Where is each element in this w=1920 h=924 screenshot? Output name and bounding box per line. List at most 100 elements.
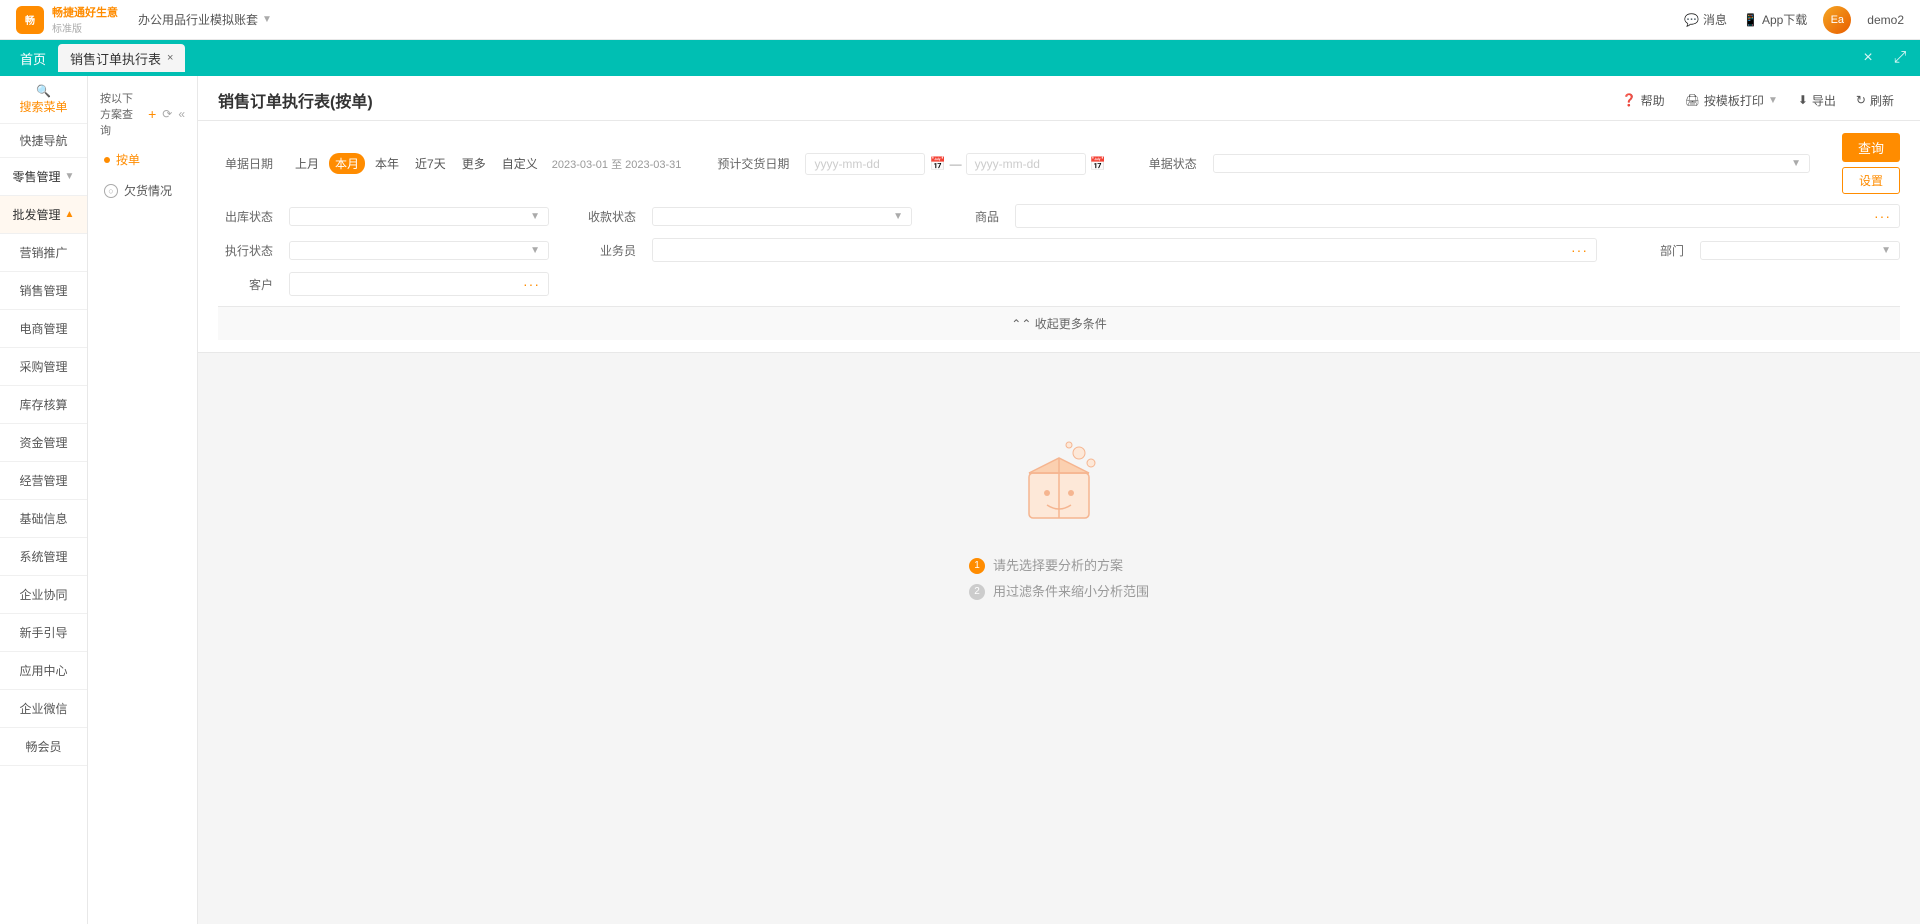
tab-last-7[interactable]: 近7天 [409, 153, 452, 174]
sidebar-item-member[interactable]: 畅会员 [0, 728, 87, 766]
top-header: 畅 畅捷通好生意 标准版 办公用品行业模拟账套 ▼ 💬 消息 📱 App下载 E… [0, 0, 1920, 40]
header-left: 畅 畅捷通好生意 标准版 办公用品行业模拟账套 ▼ [16, 4, 272, 35]
payment-status-label: 收款状态 [581, 208, 636, 225]
sidebar-item-retail[interactable]: 零售管理 ▼ [0, 158, 87, 196]
expected-date-inputs: yyyy-mm-dd 📅 — yyyy-mm-dd 📅 [805, 153, 1105, 175]
sidebar-item-newbie[interactable]: 新手引导 [0, 614, 87, 652]
tab-last-month[interactable]: 上月 [289, 153, 325, 174]
sub-sidebar-header: 按以下方案查询 + ⟳ « [88, 84, 197, 144]
sidebar-item-operations[interactable]: 经营管理 [0, 462, 87, 500]
refresh-scheme-button[interactable]: ⟳ [162, 107, 172, 121]
sidebar-item-wholesale[interactable]: 批发管理 ▲ [0, 196, 87, 234]
tab-this-year[interactable]: 本年 [369, 153, 405, 174]
customer-dots-icon[interactable]: ··· [523, 276, 540, 292]
collapse-sub-sidebar-button[interactable]: « [178, 107, 185, 121]
tab-close-all-button[interactable]: × [1856, 46, 1880, 70]
page-title: 销售订单执行表(按单) [218, 88, 373, 112]
message-button[interactable]: 💬 消息 [1684, 11, 1727, 28]
out-status-label: 出库状态 [218, 208, 273, 225]
goods-select[interactable]: ··· [1015, 204, 1900, 228]
status-chevron-icon: ▼ [1791, 158, 1801, 169]
sidebar-item-system[interactable]: 系统管理 [0, 538, 87, 576]
sidebar-item-basic[interactable]: 基础信息 [0, 500, 87, 538]
tab-sales-order[interactable]: 销售订单执行表 × [58, 44, 185, 72]
filter-row-3: 执行状态 ▼ 业务员 ··· 部门 ▼ [218, 238, 1900, 262]
date-tabs: 上月 本月 本年 近7天 更多 自定义 2023-03-01 至 2023-03… [289, 153, 681, 174]
tab-custom[interactable]: 自定义 [496, 153, 544, 174]
sidebar-item-purchase[interactable]: 采购管理 [0, 348, 87, 386]
sidebar-item-ecommerce[interactable]: 电商管理 [0, 310, 87, 348]
sidebar-item-appstore[interactable]: 应用中心 [0, 652, 87, 690]
sub-item-anpress[interactable]: 按单 [88, 144, 197, 175]
payment-status-select[interactable]: ▼ [652, 207, 912, 226]
sidebar-search[interactable]: 🔍 搜索菜单 [0, 76, 87, 124]
date-end-placeholder: yyyy-mm-dd [975, 157, 1040, 171]
collapse-icon: ⌃⌃ [1011, 317, 1034, 331]
app-download-button[interactable]: 📱 App下载 [1743, 11, 1807, 28]
active-dot-icon [104, 157, 110, 163]
dept-select[interactable]: ▼ [1700, 241, 1900, 260]
sidebar-quick-nav[interactable]: 快捷导航 [0, 124, 87, 158]
content-area: 销售订单执行表(按单) ❓ 帮助 🖨 按模板打印 ▼ ⬇ 导出 ↻ 刷新 [198, 76, 1920, 924]
filter-row-4: 客户 ··· [218, 272, 1900, 296]
salesman-dots-icon[interactable]: ··· [1571, 242, 1588, 258]
date-start-placeholder: yyyy-mm-dd [814, 157, 879, 171]
sidebar-item-marketing[interactable]: 营销推广 [0, 234, 87, 272]
sidebar-item-inventory[interactable]: 库存核算 [0, 386, 87, 424]
chevron-down-icon: ▼ [65, 171, 75, 182]
tab-expand-button[interactable]: ⤢ [1888, 46, 1912, 70]
settings-button[interactable]: 设置 [1842, 167, 1900, 194]
query-button[interactable]: 查询 [1842, 133, 1900, 162]
customer-label: 客户 [218, 276, 273, 293]
avatar[interactable]: Ea [1823, 6, 1851, 34]
print-icon: 🖨 [1685, 93, 1700, 107]
collapse-more-button[interactable]: ⌃⌃ 收起更多条件 [218, 306, 1900, 340]
dept-label: 部门 [1629, 242, 1684, 259]
exec-status-select[interactable]: ▼ [289, 241, 549, 260]
goods-dots-icon[interactable]: ··· [1874, 208, 1891, 224]
expected-date-start-input[interactable]: yyyy-mm-dd [805, 153, 925, 175]
tab-bar-actions: × ⤢ [1856, 46, 1912, 70]
tab-close-icon[interactable]: × [167, 52, 173, 64]
step-2-number: 2 [969, 584, 985, 600]
exec-status-chevron-icon: ▼ [530, 245, 540, 256]
salesman-label: 业务员 [581, 242, 636, 259]
app-name: 畅捷通好生意 [52, 4, 118, 20]
status-label: 单据状态 [1142, 155, 1197, 172]
expected-date-label: 预计交货日期 [717, 155, 789, 172]
sidebar-item-finance[interactable]: 资金管理 [0, 424, 87, 462]
calendar-start-icon[interactable]: 📅 [929, 156, 945, 172]
filter-panel: 单据日期 上月 本月 本年 近7天 更多 自定义 2023-03-01 至 20… [198, 121, 1920, 353]
payment-status-chevron-icon: ▼ [893, 211, 903, 222]
account-selector[interactable]: 办公用品行业模拟账套 ▼ [138, 11, 272, 28]
add-scheme-button[interactable]: + [148, 106, 156, 122]
action-buttons: 查询 设置 [1842, 133, 1900, 194]
empty-steps: 1 请先选择要分析的方案 2 用过滤条件来缩小分析范围 [969, 553, 1149, 605]
sidebar-item-enterprise[interactable]: 企业协同 [0, 576, 87, 614]
print-button[interactable]: 🖨 按模板打印 ▼ [1679, 89, 1784, 112]
dropdown-icon: ▼ [262, 14, 272, 25]
sidebar-item-wechat[interactable]: 企业微信 [0, 690, 87, 728]
help-icon: ❓ [1622, 93, 1637, 107]
expected-date-end-input[interactable]: yyyy-mm-dd [966, 153, 1086, 175]
exec-status-label: 执行状态 [218, 242, 273, 259]
refresh-button[interactable]: ↻ 刷新 [1850, 89, 1900, 112]
goods-label: 商品 [944, 208, 999, 225]
out-status-select[interactable]: ▼ [289, 207, 549, 226]
calendar-end-icon[interactable]: 📅 [1090, 156, 1106, 172]
help-button[interactable]: ❓ 帮助 [1616, 89, 1671, 112]
refresh-icon: ↻ [1856, 93, 1866, 107]
sidebar-item-sales[interactable]: 销售管理 [0, 272, 87, 310]
tab-more[interactable]: 更多 [456, 153, 492, 174]
search-icon: 🔍 [36, 84, 51, 98]
tab-home[interactable]: 首页 [8, 44, 58, 72]
dept-chevron-icon: ▼ [1881, 245, 1891, 256]
salesman-select[interactable]: ··· [652, 238, 1597, 262]
status-select[interactable]: ▼ [1213, 154, 1810, 173]
tab-this-month[interactable]: 本月 [329, 153, 365, 174]
circle-icon: ○ [104, 184, 118, 198]
sub-item-inventory-status[interactable]: ○ 欠货情况 [88, 175, 197, 206]
customer-select[interactable]: ··· [289, 272, 549, 296]
export-button[interactable]: ⬇ 导出 [1792, 89, 1842, 112]
app-logo: 畅 [16, 6, 44, 34]
